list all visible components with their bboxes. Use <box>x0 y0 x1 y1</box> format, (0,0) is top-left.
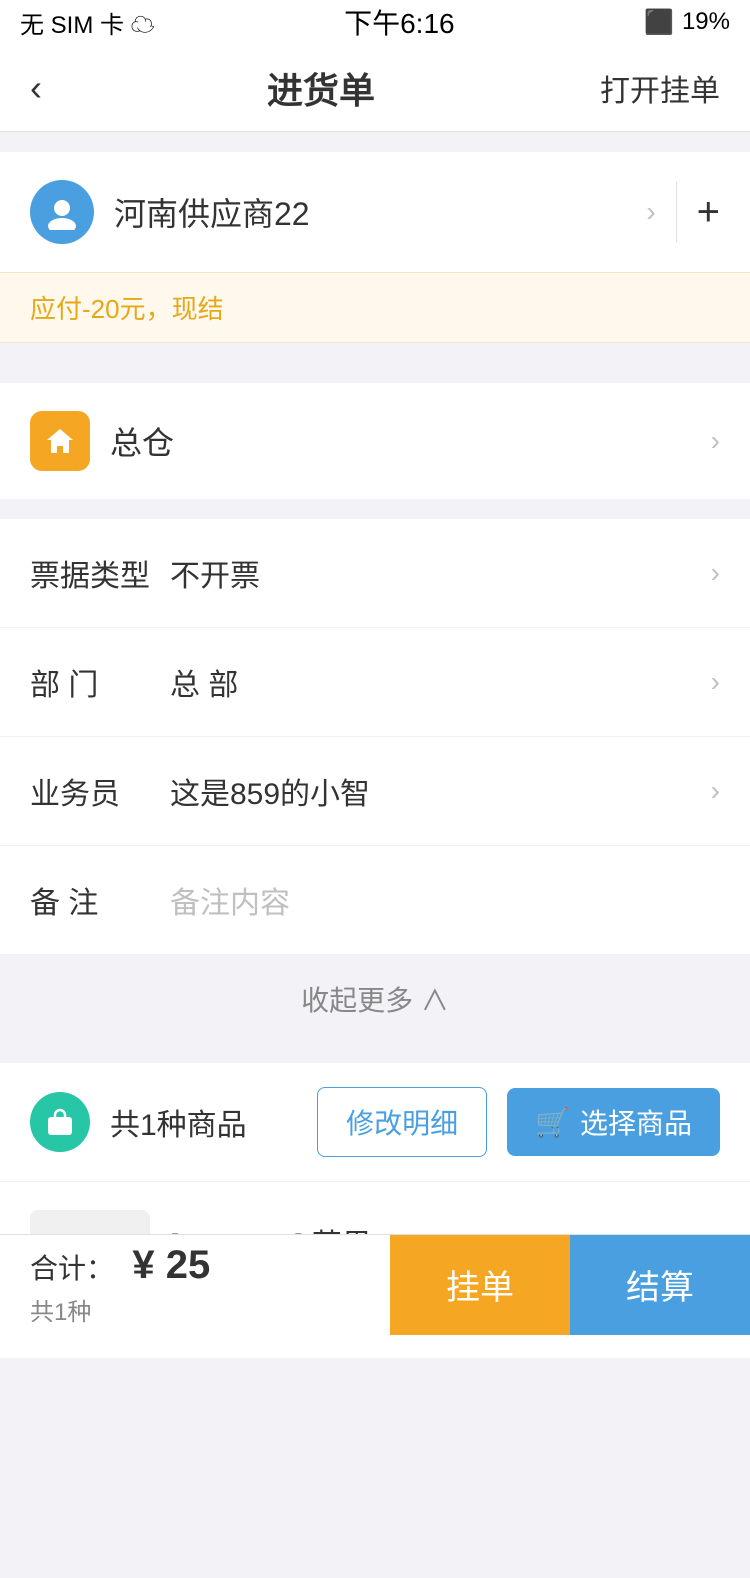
department-value: 总 部 <box>170 660 711 704</box>
gap-1 <box>0 132 750 152</box>
select-product-button[interactable]: 🛒 选择商品 <box>507 1088 720 1156</box>
ticket-type-row[interactable]: 票据类型 不开票 › <box>0 519 750 628</box>
salesperson-label: 业务员 <box>30 769 150 813</box>
select-product-icon: 🛒 <box>535 1106 570 1139</box>
status-right: ⬛ 19% <box>644 8 730 37</box>
gap-4 <box>0 1043 750 1063</box>
add-supplier-button[interactable]: + <box>697 190 720 235</box>
form-card: 票据类型 不开票 › 部 门 总 部 › 业务员 这是859的小智 › 备 注 … <box>0 519 750 955</box>
status-time: 下午6:16 <box>344 2 455 42</box>
department-chevron-icon: › <box>711 666 720 698</box>
remark-input[interactable]: 备注内容 <box>170 878 720 922</box>
ticket-type-value: 不开票 <box>170 551 711 595</box>
battery-percent: 19% <box>682 8 730 36</box>
products-icon <box>30 1092 90 1152</box>
supplier-row[interactable]: 河南供应商22 › + <box>0 152 750 272</box>
battery-icon: ⬛ <box>644 8 674 37</box>
salesperson-chevron-icon: › <box>711 775 720 807</box>
total-line: 合计： ¥ 25 <box>30 1243 360 1288</box>
ticket-type-chevron-icon: › <box>711 557 720 589</box>
products-header: 共1种商品 修改明细 🛒 选择商品 <box>0 1063 750 1181</box>
remark-label: 备 注 <box>30 878 150 922</box>
footer-spacer <box>0 1358 750 1478</box>
gap-2 <box>0 343 750 363</box>
supplier-divider <box>676 182 677 242</box>
bag-icon <box>43 1105 77 1139</box>
edit-details-button[interactable]: 修改明细 <box>317 1087 487 1157</box>
supplier-chevron-icon: › <box>646 196 655 228</box>
status-bar: 无 SIM 卡 ☁ 下午6:16 ⬛ 19% <box>0 0 750 44</box>
warehouse-chevron-icon: › <box>711 425 720 457</box>
checkout-button[interactable]: 结算 <box>570 1235 750 1335</box>
total-amount: ¥ 25 <box>132 1243 210 1287</box>
warehouse-icon <box>30 411 90 471</box>
warehouse-row[interactable]: 总仓 › <box>0 383 750 499</box>
supplier-card: 河南供应商22 › + 应付-20元，现结 <box>0 152 750 343</box>
gap-3 <box>0 499 750 519</box>
person-icon <box>44 194 80 230</box>
salesperson-value: 这是859的小智 <box>170 769 711 813</box>
hang-order-button[interactable]: 挂单 <box>390 1235 570 1335</box>
page-title: 进货单 <box>267 62 375 114</box>
sim-status: 无 SIM 卡 ☁ <box>20 5 155 40</box>
nav-bar: ‹ 进货单 打开挂单 <box>0 44 750 132</box>
products-count: 共1种商品 <box>110 1100 297 1144</box>
warehouse-card[interactable]: 总仓 › <box>0 383 750 499</box>
department-row[interactable]: 部 门 总 部 › <box>0 628 750 737</box>
supplier-name: 河南供应商22 <box>114 189 646 235</box>
open-pending-button[interactable]: 打开挂单 <box>600 66 720 110</box>
select-product-label: 选择商品 <box>580 1102 692 1142</box>
warehouse-name: 总仓 <box>110 418 711 464</box>
salesperson-row[interactable]: 业务员 这是859的小智 › <box>0 737 750 846</box>
status-left: 无 SIM 卡 ☁ <box>20 5 155 40</box>
supplier-avatar <box>30 180 94 244</box>
back-button[interactable]: ‹ <box>30 67 42 109</box>
remark-row[interactable]: 备 注 备注内容 <box>0 846 750 955</box>
total-section: 合计： ¥ 25 共1种 <box>0 1243 390 1327</box>
home-icon <box>43 424 77 458</box>
total-count: 共1种 <box>30 1292 360 1327</box>
collapse-button[interactable]: 收起更多 ∧ <box>0 955 750 1043</box>
total-label: 合计： <box>30 1253 114 1284</box>
payment-notice: 应付-20元，现结 <box>0 272 750 343</box>
ticket-type-label: 票据类型 <box>30 551 150 595</box>
bottom-bar: 合计： ¥ 25 共1种 挂单 结算 <box>0 1234 750 1334</box>
department-label: 部 门 <box>30 660 150 704</box>
